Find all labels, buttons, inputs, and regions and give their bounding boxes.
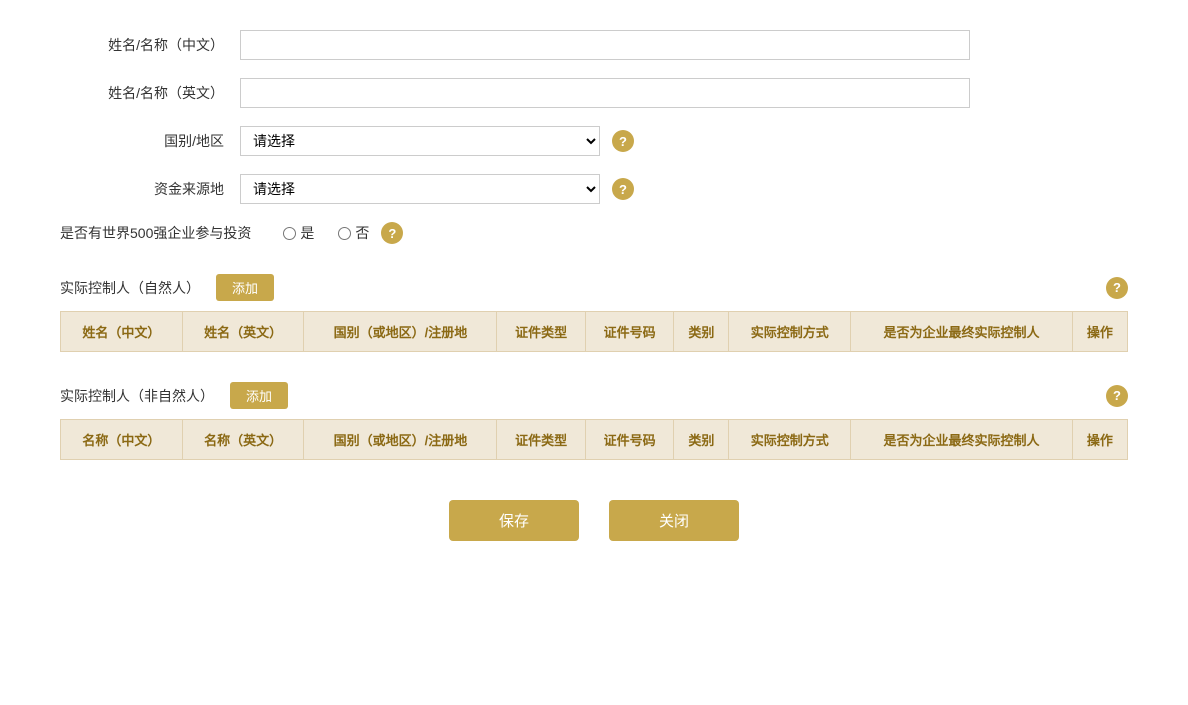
np-col-ultimate-control: 是否为企业最终实际控制人 [851, 312, 1073, 352]
fortune500-yes-option[interactable]: 是 [283, 223, 314, 243]
close-button[interactable]: 关闭 [609, 500, 739, 541]
nnp-col-cert-type: 证件类型 [497, 420, 585, 460]
non-natural-person-add-button[interactable]: 添加 [230, 382, 288, 409]
fortune500-no-radio[interactable] [338, 227, 351, 240]
main-form: 姓名/名称（中文） 姓名/名称（英文） 国别/地区 请选择 ? 资金来源地 请选… [60, 30, 1128, 244]
natural-person-help-icon[interactable]: ? [1106, 277, 1128, 299]
fund-source-help-icon[interactable]: ? [612, 178, 634, 200]
non-natural-person-section: 实际控制人（非自然人） 添加 ? 名称（中文） 名称（英文） 国别（或地区）/注… [60, 372, 1128, 460]
fortune500-no-option[interactable]: 否 [338, 223, 369, 243]
fortune500-row: 是否有世界500强企业参与投资 是 否 ? [60, 222, 1128, 244]
np-col-country: 国别（或地区）/注册地 [304, 312, 497, 352]
nnp-col-country: 国别（或地区）/注册地 [304, 420, 497, 460]
natural-person-section: 实际控制人（自然人） 添加 ? 姓名（中文） 姓名（英文） 国别（或地区）/注册… [60, 264, 1128, 352]
nnp-col-ultimate-control: 是否为企业最终实际控制人 [851, 420, 1073, 460]
fund-source-row: 资金来源地 请选择 ? [60, 174, 1128, 204]
country-select[interactable]: 请选择 [240, 126, 600, 156]
nnp-col-action: 操作 [1072, 420, 1127, 460]
name-cn-row: 姓名/名称（中文） [60, 30, 1128, 60]
fortune500-no-label: 否 [355, 223, 369, 243]
non-natural-person-header: 实际控制人（非自然人） 添加 ? [60, 372, 1128, 419]
name-en-label: 姓名/名称（英文） [60, 83, 240, 103]
np-col-cert-type: 证件类型 [497, 312, 585, 352]
non-natural-person-table: 名称（中文） 名称（英文） 国别（或地区）/注册地 证件类型 证件号码 类别 实… [60, 419, 1128, 460]
fortune500-radio-group: 是 否 [267, 223, 369, 243]
np-col-cert-no: 证件号码 [585, 312, 673, 352]
nnp-col-name-en: 名称（英文） [182, 420, 304, 460]
non-natural-person-title: 实际控制人（非自然人） [60, 386, 214, 406]
fund-source-label: 资金来源地 [60, 179, 240, 199]
nnp-col-name-cn: 名称（中文） [61, 420, 183, 460]
fortune500-help-icon[interactable]: ? [381, 222, 403, 244]
name-en-input[interactable] [240, 78, 970, 108]
country-help-icon[interactable]: ? [612, 130, 634, 152]
np-col-category: 类别 [674, 312, 729, 352]
name-en-row: 姓名/名称（英文） [60, 78, 1128, 108]
nnp-col-control-method: 实际控制方式 [729, 420, 851, 460]
save-button[interactable]: 保存 [449, 500, 579, 541]
natural-person-add-button[interactable]: 添加 [216, 274, 274, 301]
country-label: 国别/地区 [60, 131, 240, 151]
nnp-col-cert-no: 证件号码 [585, 420, 673, 460]
natural-person-table: 姓名（中文） 姓名（英文） 国别（或地区）/注册地 证件类型 证件号码 类别 实… [60, 311, 1128, 352]
fortune500-yes-radio[interactable] [283, 227, 296, 240]
country-row: 国别/地区 请选择 ? [60, 126, 1128, 156]
natural-person-header: 实际控制人（自然人） 添加 ? [60, 264, 1128, 311]
fortune500-label: 是否有世界500强企业参与投资 [60, 223, 267, 243]
natural-person-table-header-row: 姓名（中文） 姓名（英文） 国别（或地区）/注册地 证件类型 证件号码 类别 实… [61, 312, 1128, 352]
non-natural-person-table-header-row: 名称（中文） 名称（英文） 国别（或地区）/注册地 证件类型 证件号码 类别 实… [61, 420, 1128, 460]
fund-source-select[interactable]: 请选择 [240, 174, 600, 204]
np-col-control-method: 实际控制方式 [729, 312, 851, 352]
name-cn-input[interactable] [240, 30, 970, 60]
natural-person-title: 实际控制人（自然人） [60, 278, 200, 298]
nnp-col-category: 类别 [674, 420, 729, 460]
np-col-name-cn: 姓名（中文） [61, 312, 183, 352]
np-col-action: 操作 [1072, 312, 1127, 352]
np-col-name-en: 姓名（英文） [182, 312, 304, 352]
non-natural-person-help-icon[interactable]: ? [1106, 385, 1128, 407]
fortune500-yes-label: 是 [300, 223, 314, 243]
name-cn-label: 姓名/名称（中文） [60, 35, 240, 55]
bottom-buttons: 保存 关闭 [60, 500, 1128, 541]
